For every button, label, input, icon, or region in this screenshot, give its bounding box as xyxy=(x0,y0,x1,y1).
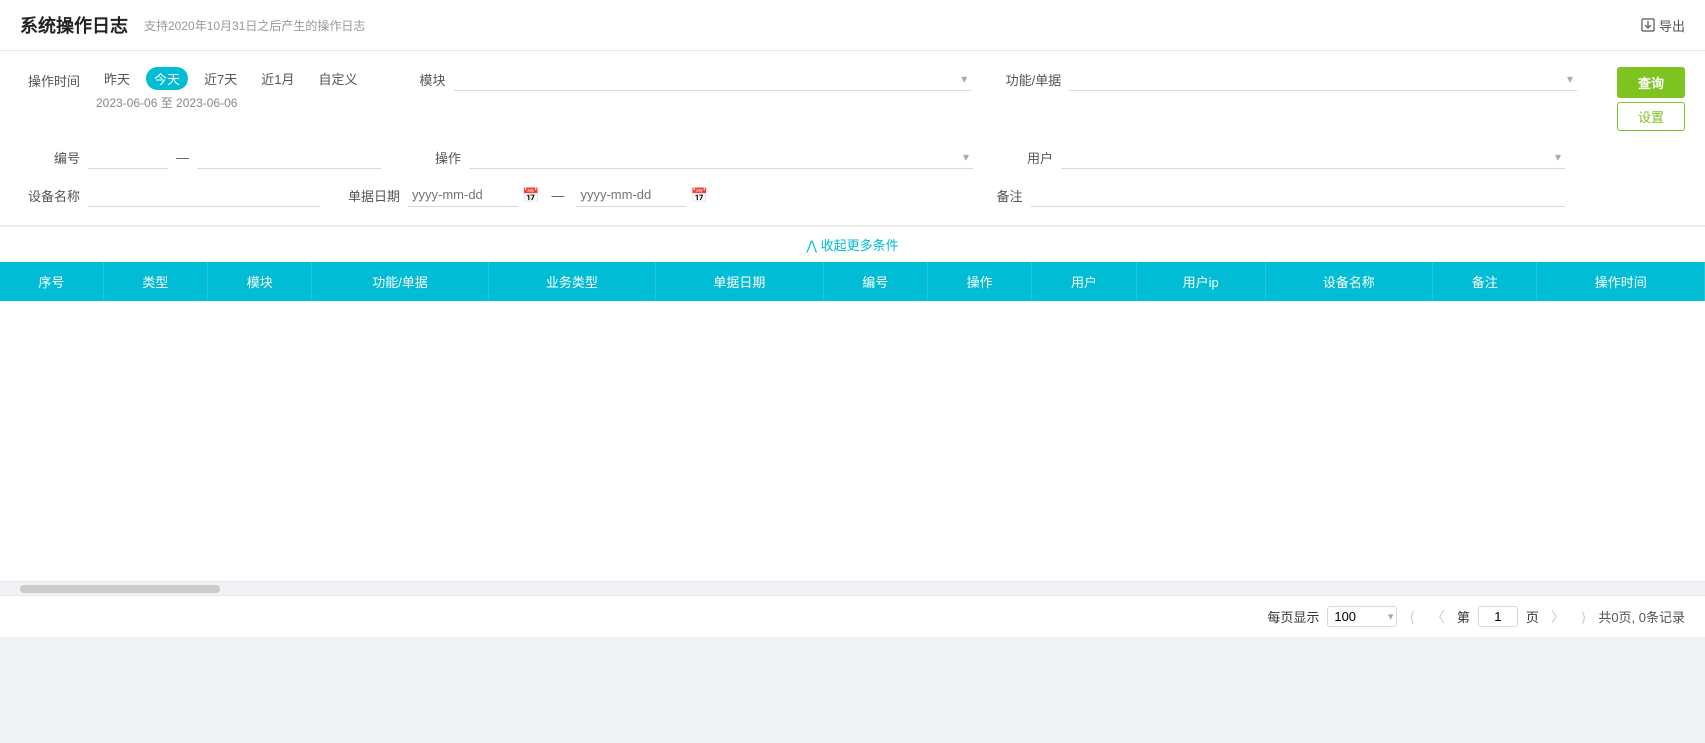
filter-area: 操作时间 昨天 今天 近7天 近1月 自定义 2023-06-06 至 2023… xyxy=(0,51,1705,226)
scrollbar-area[interactable] xyxy=(0,581,1705,595)
export-icon xyxy=(1641,18,1655,32)
module-label: 模块 xyxy=(386,70,446,89)
date-btn-7days[interactable]: 近7天 xyxy=(196,67,245,90)
next-page-button[interactable]: 〉 xyxy=(1547,608,1569,626)
page-size-wrapper: 100 50 200 ▾ xyxy=(1327,606,1397,627)
col-type: 类型 xyxy=(103,262,207,301)
page-subtitle: 支持2020年10月31日之后产生的操作日志 xyxy=(144,17,365,34)
function-label: 功能/单据 xyxy=(991,70,1061,89)
col-function: 功能/单据 xyxy=(312,262,488,301)
total-info: 共0页, 0条记录 xyxy=(1598,607,1685,626)
table-header: 序号 类型 模块 功能/单据 业务类型 单据日期 编号 操作 用户 用户ip 设… xyxy=(0,262,1705,301)
col-doc-date: 单据日期 xyxy=(656,262,823,301)
user-input[interactable] xyxy=(1061,145,1565,169)
export-button[interactable]: 导出 xyxy=(1641,16,1685,35)
col-user-ip: 用户ip xyxy=(1136,262,1265,301)
function-select-wrapper: ▾ xyxy=(1069,67,1577,91)
last-page-button[interactable]: ⟩ xyxy=(1577,608,1590,626)
table-container: 序号 类型 模块 功能/单据 业务类型 单据日期 编号 操作 用户 用户ip 设… xyxy=(0,262,1705,581)
date-range-dash: — xyxy=(551,188,564,203)
calendar-from-icon[interactable]: 📅 xyxy=(522,187,539,204)
per-page-label: 每页显示 xyxy=(1267,607,1319,626)
module-input[interactable] xyxy=(454,67,972,91)
col-biz-type: 业务类型 xyxy=(488,262,655,301)
date-shortcuts: 昨天 今天 近7天 近1月 自定义 xyxy=(96,67,366,90)
number-dash: — xyxy=(176,150,189,165)
number-label: 编号 xyxy=(20,148,80,167)
col-module: 模块 xyxy=(208,262,312,301)
operation-input[interactable] xyxy=(469,145,973,169)
pagination-bar: 每页显示 100 50 200 ▾ ⟨ 〈 第 页 〉 ⟩ 共0页, 0条记录 xyxy=(0,595,1705,637)
page-suffix: 页 xyxy=(1526,607,1539,626)
operation-select-wrapper: ▾ xyxy=(469,145,973,169)
col-user: 用户 xyxy=(1032,262,1136,301)
date-to-input[interactable] xyxy=(576,183,686,207)
calendar-to-icon[interactable]: 📅 xyxy=(690,187,707,204)
device-input[interactable] xyxy=(88,183,320,207)
settings-button[interactable]: 设置 xyxy=(1617,102,1685,131)
col-device: 设备名称 xyxy=(1265,262,1432,301)
doc-date-from-group: 📅 — 📅 xyxy=(408,183,943,207)
collapse-bar[interactable]: ⋀ 收起更多条件 xyxy=(0,226,1705,262)
col-remark: 备注 xyxy=(1433,262,1537,301)
scrollbar-thumb[interactable] xyxy=(20,585,220,593)
col-operation: 操作 xyxy=(927,262,1031,301)
collapse-label: 收起更多条件 xyxy=(821,238,899,253)
prev-page-button[interactable]: 〈 xyxy=(1427,608,1449,626)
user-label: 用户 xyxy=(993,148,1053,167)
page-number-input[interactable] xyxy=(1478,606,1518,627)
date-btn-1month[interactable]: 近1月 xyxy=(253,67,302,90)
number-from-input[interactable] xyxy=(88,145,168,169)
date-btn-custom[interactable]: 自定义 xyxy=(311,67,366,90)
page-label: 第 xyxy=(1457,607,1470,626)
first-page-button[interactable]: ⟨ xyxy=(1405,608,1418,626)
function-input[interactable] xyxy=(1069,67,1577,91)
user-select-wrapper: ▾ xyxy=(1061,145,1565,169)
remark-input[interactable] xyxy=(1031,183,1566,207)
module-select-wrapper: ▾ xyxy=(454,67,972,91)
operation-label: 操作 xyxy=(401,148,461,167)
col-op-time: 操作时间 xyxy=(1537,262,1705,301)
doc-date-label: 单据日期 xyxy=(340,186,400,205)
op-time-label: 操作时间 xyxy=(20,71,80,90)
page-title: 系统操作日志 xyxy=(20,12,128,38)
empty-area xyxy=(0,301,1705,581)
collapse-icon: ⋀ xyxy=(806,238,817,253)
date-btn-today[interactable]: 今天 xyxy=(146,67,188,90)
date-from-input[interactable] xyxy=(408,183,518,207)
col-number: 编号 xyxy=(823,262,927,301)
query-button[interactable]: 查询 xyxy=(1617,67,1685,98)
export-label: 导出 xyxy=(1659,16,1685,35)
page-size-select[interactable]: 100 50 200 xyxy=(1327,606,1397,627)
device-label: 设备名称 xyxy=(20,186,80,205)
col-index: 序号 xyxy=(0,262,103,301)
date-btn-yesterday[interactable]: 昨天 xyxy=(96,67,138,90)
date-range-text: 2023-06-06 至 2023-06-06 xyxy=(96,94,366,111)
number-to-input[interactable] xyxy=(197,145,381,169)
page-header: 系统操作日志 支持2020年10月31日之后产生的操作日志 导出 xyxy=(0,0,1705,51)
data-table: 序号 类型 模块 功能/单据 业务类型 单据日期 编号 操作 用户 用户ip 设… xyxy=(0,262,1705,301)
action-buttons: 查询 设置 xyxy=(1617,67,1685,131)
remark-label: 备注 xyxy=(963,186,1023,205)
